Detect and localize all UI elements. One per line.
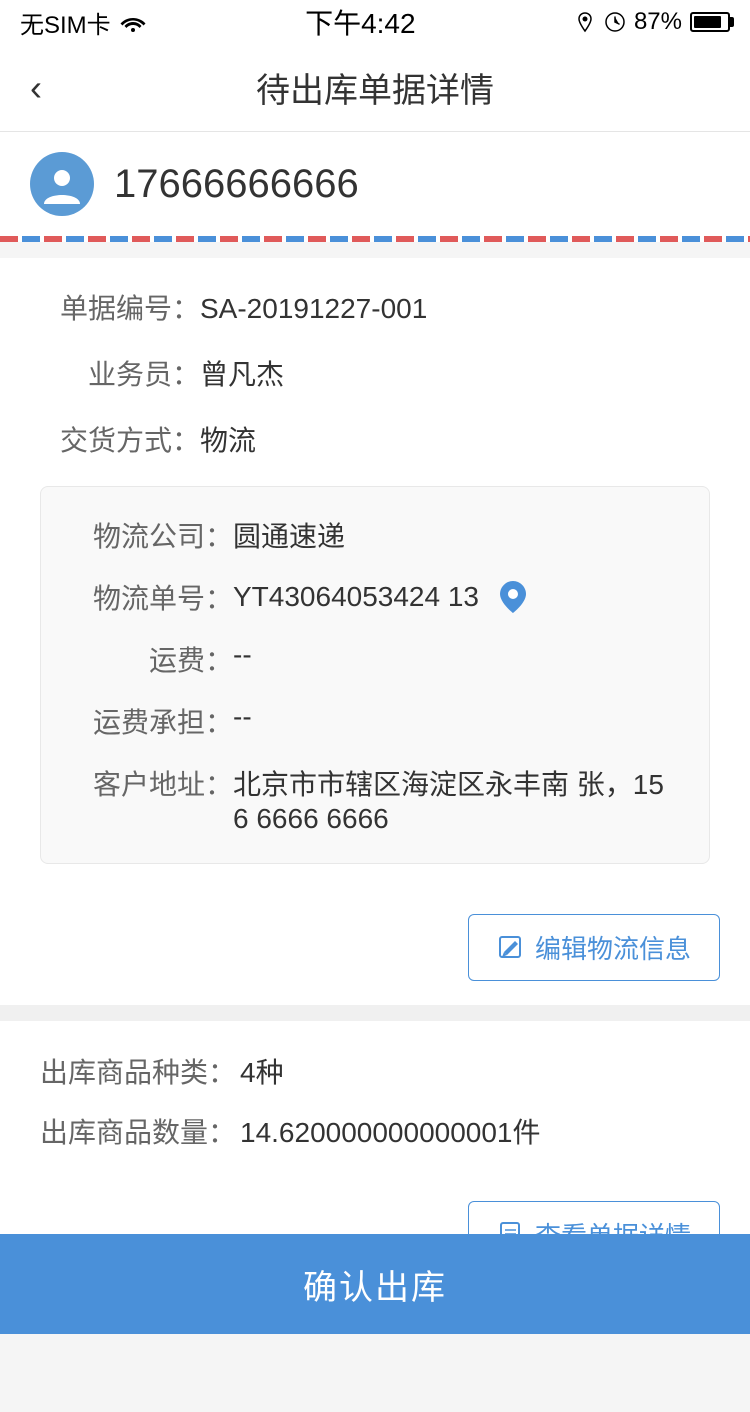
user-icon xyxy=(40,162,84,206)
avatar xyxy=(30,152,94,216)
status-bar: 无SIM卡 下午4:42 87% xyxy=(0,0,750,44)
status-icons: 87% xyxy=(574,8,730,36)
logistics-freight-bearer-label: 运费承担： xyxy=(73,701,233,741)
page-title: 待出库单据详情 xyxy=(256,63,494,112)
goods-type-value: 4种 xyxy=(240,1051,284,1091)
wifi-icon xyxy=(119,12,147,32)
order-info-section: 单据编号： SA-20191227-001 业务员： 曾凡杰 交货方式： 物流 … xyxy=(0,258,750,894)
confirm-button[interactable]: 确认出库 xyxy=(303,1260,447,1309)
header-section: 17666666666 xyxy=(0,132,750,236)
logistics-tracking-label: 物流单号： xyxy=(73,577,233,617)
delivery-label: 交货方式： xyxy=(40,420,200,462)
logistics-company-label: 物流公司： xyxy=(73,515,233,555)
goods-type-label: 出库商品种类： xyxy=(40,1051,240,1091)
tracking-location-pin[interactable] xyxy=(493,577,533,617)
logistics-freight-row: 运费： -- xyxy=(73,639,677,679)
status-carrier: 无SIM卡 xyxy=(20,5,147,40)
logistics-tracking-value: YT43064053424 13 xyxy=(233,577,677,617)
logistics-address-row: 客户地址： 北京市市辖区海淀区永丰南 张，156 6666 6666 xyxy=(73,763,677,835)
battery-icon xyxy=(690,12,730,32)
logistics-freight-label: 运费： xyxy=(73,639,233,679)
logistics-freight-bearer-row: 运费承担： -- xyxy=(73,701,677,741)
battery-percent: 87% xyxy=(634,8,682,36)
goods-quantity-label: 出库商品数量： xyxy=(40,1111,240,1151)
logistics-address-value: 北京市市辖区海淀区永丰南 张，156 6666 6666 xyxy=(233,763,677,835)
goods-quantity-row: 出库商品数量： 14.620000000000001件 xyxy=(40,1111,710,1151)
logistics-company-row: 物流公司： 圆通速递 xyxy=(73,515,677,555)
logistics-freight-value: -- xyxy=(233,639,677,671)
back-button[interactable]: ‹ xyxy=(30,67,42,109)
order-no-value: SA-20191227-001 xyxy=(200,288,710,330)
salesman-value: 曾凡杰 xyxy=(200,354,710,396)
clock-icon xyxy=(604,11,626,33)
order-no-label: 单据编号： xyxy=(40,288,200,330)
status-time: 下午4:42 xyxy=(305,2,416,42)
logistics-freight-bearer-value: -- xyxy=(233,701,677,733)
order-no-row: 单据编号： SA-20191227-001 xyxy=(40,288,710,330)
logistics-address-label: 客户地址： xyxy=(73,763,233,803)
delivery-value: 物流 xyxy=(200,420,710,462)
location-pin-icon xyxy=(497,579,529,615)
goods-type-row: 出库商品种类： 4种 xyxy=(40,1051,710,1091)
section-divider xyxy=(0,1005,750,1021)
bottom-bar: 确认出库 xyxy=(0,1234,750,1334)
edit-logistics-button[interactable]: 编辑物流信息 xyxy=(468,914,720,981)
logistics-company-value: 圆通速递 xyxy=(233,515,677,555)
phone-number: 17666666666 xyxy=(114,162,359,207)
logistics-card: 物流公司： 圆通速递 物流单号： YT43064053424 13 运费： --… xyxy=(40,486,710,864)
salesman-label: 业务员： xyxy=(40,354,200,396)
logistics-tracking-row: 物流单号： YT43064053424 13 xyxy=(73,577,677,617)
edit-btn-wrap: 编辑物流信息 xyxy=(0,894,750,1005)
goods-quantity-value: 14.620000000000001件 xyxy=(240,1111,541,1151)
goods-section: 出库商品种类： 4种 出库商品数量： 14.620000000000001件 xyxy=(0,1021,750,1181)
salesman-row: 业务员： 曾凡杰 xyxy=(40,354,710,396)
edit-icon xyxy=(497,934,525,962)
nav-bar: ‹ 待出库单据详情 xyxy=(0,44,750,132)
location-icon xyxy=(574,11,596,33)
edit-btn-label: 编辑物流信息 xyxy=(535,929,691,966)
tracking-number-text: YT43064053424 13 xyxy=(233,581,479,613)
carrier-text: 无SIM卡 xyxy=(20,5,111,40)
striped-divider xyxy=(0,236,750,242)
delivery-row: 交货方式： 物流 xyxy=(40,420,710,462)
